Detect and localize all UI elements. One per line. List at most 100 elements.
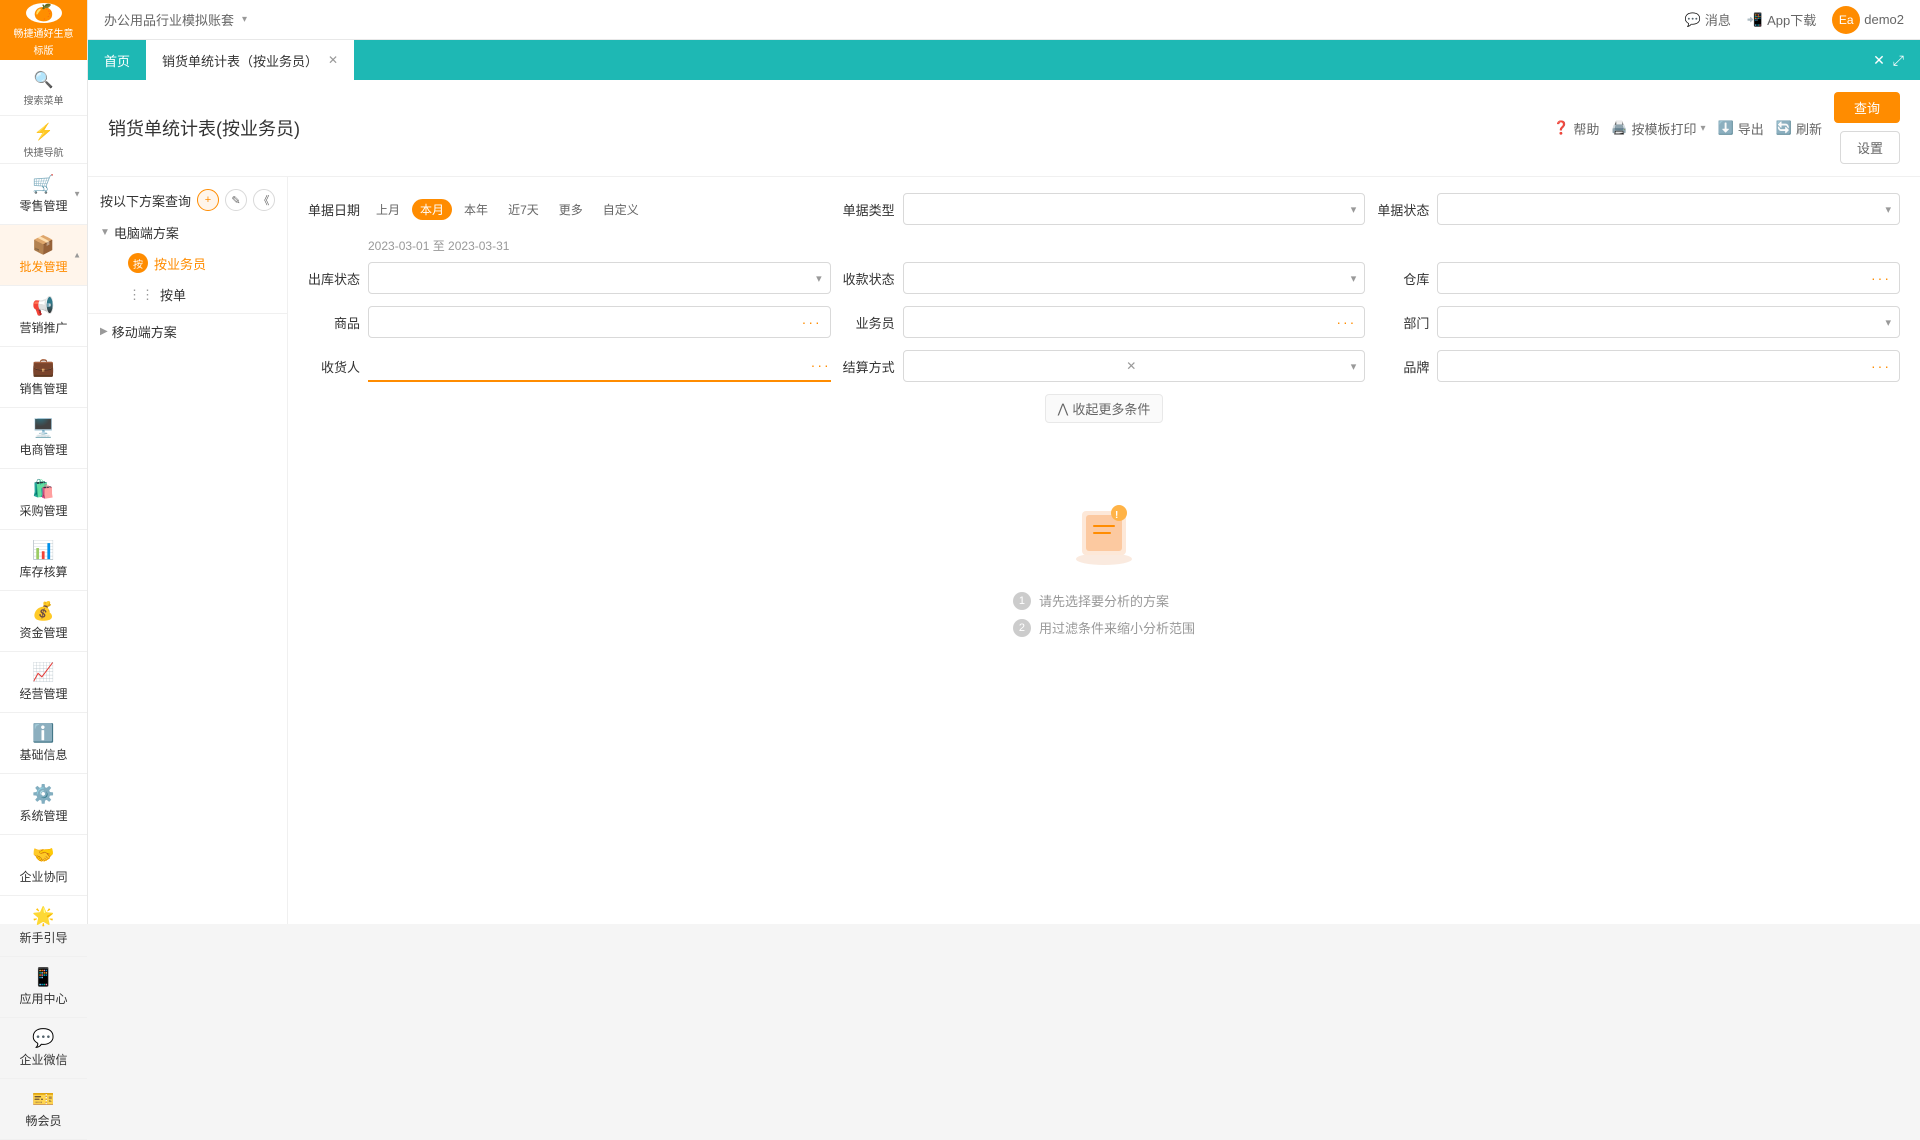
date-tabs-group: 上月 本月 本年 近7天 更多 自定义 bbox=[368, 199, 831, 220]
tree-salesperson-label: 按业务员 bbox=[154, 254, 206, 273]
breadcrumb-text: 办公用品行业模拟账套 bbox=[104, 10, 234, 29]
receiver-input[interactable]: ··· bbox=[368, 350, 831, 382]
docstatus-arrow-icon: ▾ bbox=[1885, 203, 1891, 216]
tab-close-icon[interactable]: ✕ bbox=[328, 53, 338, 67]
docstatus-input[interactable]: ▾ bbox=[1437, 193, 1900, 225]
date-tab-more[interactable]: 更多 bbox=[551, 199, 591, 220]
sidebar-item-retail[interactable]: 🛒 零售管理 bbox=[0, 164, 87, 225]
sidebar-item-operation[interactable]: 📈 经营管理 bbox=[0, 652, 87, 713]
sidebar-item-basic[interactable]: ℹ️ 基础信息 bbox=[0, 713, 87, 774]
docstatus-label: 单据状态 bbox=[1377, 200, 1429, 219]
settlement-input[interactable]: ✕ ▾ bbox=[903, 350, 1366, 382]
salesperson-input[interactable]: ··· bbox=[903, 306, 1366, 338]
collapse-panel-btn[interactable]: 《 bbox=[253, 189, 275, 211]
tree-desktop-header[interactable]: ▼ 电脑端方案 bbox=[88, 219, 287, 246]
add-scheme-btn[interactable]: + bbox=[197, 189, 219, 211]
sidebar-item-ecommerce[interactable]: 🖥️ 电商管理 bbox=[0, 408, 87, 469]
sidebar-item-wechat[interactable]: 💬 企业微信 bbox=[0, 1018, 87, 1079]
collapse-more-btn[interactable]: ⋀ 收起更多条件 bbox=[1045, 394, 1164, 423]
tree-mobile-label: 移动端方案 bbox=[112, 322, 177, 341]
tip-1-text: 请先选择要分析的方案 bbox=[1039, 591, 1169, 610]
date-tab-custom[interactable]: 自定义 bbox=[595, 199, 647, 220]
collectstatus-input[interactable]: ▾ bbox=[903, 262, 1366, 294]
goods-label: 商品 bbox=[308, 313, 360, 332]
outstatus-arrow-icon: ▾ bbox=[816, 272, 822, 285]
department-label: 部门 bbox=[1377, 313, 1429, 332]
warehouse-input[interactable]: ··· bbox=[1437, 262, 1900, 294]
doctype-input[interactable]: ▾ bbox=[903, 193, 1366, 225]
print-btn[interactable]: 🖨️ 按模板打印 ▾ bbox=[1611, 119, 1705, 138]
goods-input[interactable]: ··· bbox=[368, 306, 831, 338]
search-menu[interactable]: 🔍 搜索菜单 bbox=[0, 60, 87, 116]
tab-home[interactable]: 首页 bbox=[88, 40, 146, 80]
topbar-right: 💬 消息 📲 App下载 Ea demo2 bbox=[1685, 6, 1904, 34]
salesperson-label: 业务员 bbox=[843, 313, 895, 332]
department-input[interactable]: ▾ bbox=[1437, 306, 1900, 338]
sidebar-item-inventory[interactable]: 📊 库存核算 bbox=[0, 530, 87, 591]
tip-1-num: 1 bbox=[1013, 592, 1031, 610]
date-tab-lastmonth[interactable]: 上月 bbox=[368, 199, 408, 220]
print-arrow-icon: ▾ bbox=[1701, 123, 1706, 134]
filter-brand-field: 品牌 ··· bbox=[1377, 350, 1900, 382]
left-panel-title: 按以下方案查询 bbox=[100, 191, 191, 210]
receiver-label: 收货人 bbox=[308, 357, 360, 376]
filter-collectstatus-field: 收款状态 ▾ bbox=[843, 262, 1366, 294]
maximize-icon[interactable]: ⤢ bbox=[1893, 52, 1904, 69]
tree-desktop-children: 按 按业务员 ⋮⋮ 按单 bbox=[88, 248, 287, 309]
sidebar-item-member[interactable]: 🎫 畅会员 bbox=[0, 1079, 87, 1140]
collapse-label: 收起更多条件 bbox=[1072, 399, 1150, 418]
sidebar-item-marketing[interactable]: 📢 营销推广 bbox=[0, 286, 87, 347]
left-panel-actions: + ✎ 《 bbox=[197, 189, 275, 211]
sidebar-item-system[interactable]: ⚙️ 系统管理 bbox=[0, 774, 87, 835]
filter-doctype-field: 单据类型 ▾ bbox=[843, 193, 1366, 225]
filter-row-3: 商品 ··· 业务员 ··· bbox=[308, 306, 1900, 338]
salesperson-icon: 按 bbox=[128, 253, 148, 273]
brand-input[interactable]: ··· bbox=[1437, 350, 1900, 382]
tree-mobile-section: ▶ 移动端方案 bbox=[88, 318, 287, 345]
date-tab-thisyear[interactable]: 本年 bbox=[456, 199, 496, 220]
tab-sales-stats[interactable]: 销货单统计表（按业务员） ✕ bbox=[146, 40, 354, 80]
query-button[interactable]: 查询 bbox=[1834, 92, 1900, 123]
sidebar-item-finance[interactable]: 💰 资金管理 bbox=[0, 591, 87, 652]
sidebar-item-enterprise[interactable]: 🤝 企业协同 bbox=[0, 835, 87, 896]
tree-item-salesperson[interactable]: 按 按业务员 bbox=[120, 248, 279, 278]
settlement-clear-icon[interactable]: ✕ bbox=[1126, 359, 1136, 373]
close-tab-icon[interactable]: ✕ bbox=[1873, 52, 1885, 69]
outstatus-input[interactable]: ▾ bbox=[368, 262, 831, 294]
settlement-label: 结算方式 bbox=[843, 357, 895, 376]
user-profile[interactable]: Ea demo2 bbox=[1832, 6, 1904, 34]
settings-button[interactable]: 设置 bbox=[1840, 131, 1900, 164]
sidebar-item-sales[interactable]: 💼 销售管理 bbox=[0, 347, 87, 408]
message-btn[interactable]: 💬 消息 bbox=[1685, 10, 1731, 29]
tree-mobile-header[interactable]: ▶ 移动端方案 bbox=[88, 318, 287, 345]
edit-scheme-btn[interactable]: ✎ bbox=[225, 189, 247, 211]
sidebar: 🍊 畅捷通好生意 标版 🔍 搜索菜单 ⚡ 快捷导航 🛒 零售管理 📦 批发管理 … bbox=[0, 0, 88, 924]
filter-docstatus-field: 单据状态 ▾ bbox=[1377, 193, 1900, 225]
tree-expand-icon: ▼ bbox=[100, 227, 110, 238]
sidebar-item-apps[interactable]: 📱 应用中心 bbox=[0, 957, 87, 1018]
empty-state: ! 1 请先选择要分析的方案 2 用过滤条件来缩小分析范围 bbox=[308, 431, 1900, 697]
brand-label: 品牌 bbox=[1377, 357, 1429, 376]
filter-date-field: 单据日期 上月 本月 本年 近7天 更多 自定义 bbox=[308, 199, 831, 220]
sidebar-item-newuser[interactable]: 🌟 新手引导 bbox=[0, 896, 87, 957]
sidebar-item-wholesale[interactable]: 📦 批发管理 bbox=[0, 225, 87, 286]
salesperson-dots-icon: ··· bbox=[1336, 314, 1356, 330]
byorder-icon: ⋮⋮ bbox=[128, 287, 154, 303]
app-download-btn[interactable]: 📲 App下载 bbox=[1747, 10, 1816, 29]
date-tab-thismonth[interactable]: 本月 bbox=[412, 199, 452, 220]
empty-tip-2: 2 用过滤条件来缩小分析范围 bbox=[1013, 618, 1195, 637]
filter-receiver-field: 收货人 ··· bbox=[308, 350, 831, 382]
tree-item-byorder[interactable]: ⋮⋮ 按单 bbox=[120, 280, 279, 309]
quick-nav[interactable]: ⚡ 快捷导航 bbox=[0, 116, 87, 164]
export-btn[interactable]: ⬇️ 导出 bbox=[1718, 119, 1764, 138]
collectstatus-label: 收款状态 bbox=[843, 269, 895, 288]
breadcrumb-arrow[interactable]: ▾ bbox=[242, 14, 247, 25]
avatar: Ea bbox=[1832, 6, 1860, 34]
message-label: 消息 bbox=[1705, 10, 1731, 29]
help-btn[interactable]: ❓ 帮助 bbox=[1553, 119, 1599, 138]
filter-settlement-field: 结算方式 ✕ ▾ bbox=[843, 350, 1366, 382]
date-tab-7days[interactable]: 近7天 bbox=[500, 199, 547, 220]
refresh-btn[interactable]: 🔄 刷新 bbox=[1776, 119, 1822, 138]
page-actions: ❓ 帮助 🖨️ 按模板打印 ▾ ⬇️ 导出 🔄 刷新 bbox=[1553, 92, 1900, 164]
sidebar-item-purchase[interactable]: 🛍️ 采购管理 bbox=[0, 469, 87, 530]
